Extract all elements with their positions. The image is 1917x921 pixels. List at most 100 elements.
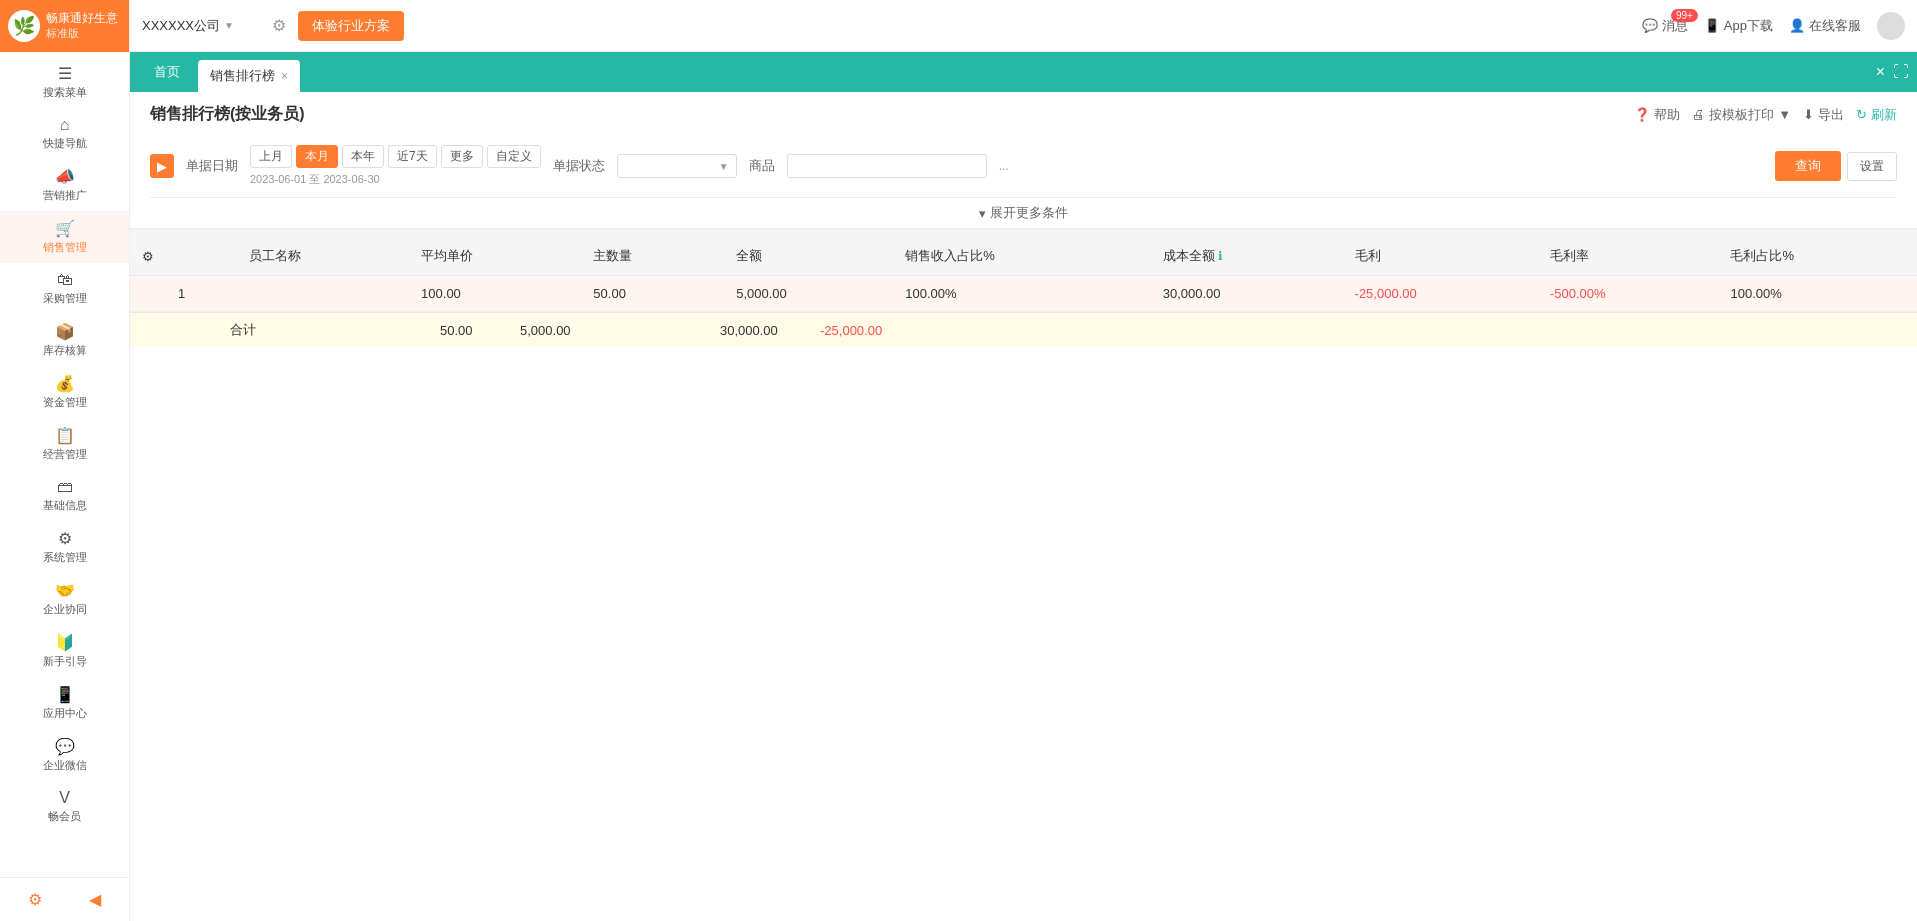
row-settings-cell <box>130 276 166 312</box>
page-actions: ❓ 帮助 🖨 按模板打印 ▼ ⬇ 导出 ↻ 刷新 <box>1634 106 1897 124</box>
sidebar-item-operation[interactable]: 📋 经营管理 <box>0 418 129 470</box>
message-btn[interactable]: 💬 消息 99+ <box>1642 17 1688 35</box>
company-name: XXXXXX公司 <box>142 17 220 35</box>
footer-label: 合计 <box>218 321 338 339</box>
window-close-icon[interactable]: × <box>1876 63 1885 81</box>
sidebar-item-enterprise-collab[interactable]: 🤝 企业协同 <box>0 573 129 625</box>
row-employee <box>237 276 409 312</box>
sidebar-settings-icon[interactable]: ⚙ <box>24 886 46 913</box>
sidebar-item-enterprise-wechat[interactable]: 💬 企业微信 <box>0 729 129 781</box>
filter-btn-7days[interactable]: 近7天 <box>388 145 437 168</box>
tab-sales-ranking[interactable]: 销售排行榜 × <box>198 60 300 92</box>
tab-home-label: 首页 <box>154 63 180 81</box>
sales-ranking-table: ⚙ 员工名称 平均单价 主数量 全额 销售收入占比% 成本全额 ℹ 毛利 毛利率… <box>130 237 1917 312</box>
footer-main-qty: 50.00 <box>428 323 508 338</box>
settings-small-button[interactable]: 设置 <box>1847 152 1897 181</box>
export-label: 导出 <box>1818 106 1844 124</box>
trial-button[interactable]: 体验行业方案 <box>298 11 404 41</box>
query-button[interactable]: 查询 <box>1775 151 1841 181</box>
new-guide-icon: 🔰 <box>55 633 75 652</box>
logo-subtitle: 标准版 <box>46 26 118 41</box>
operation-icon: 📋 <box>55 426 75 445</box>
help-label: 帮助 <box>1654 106 1680 124</box>
col-employee: 员工名称 <box>237 237 409 276</box>
purchase-mgmt-label: 采购管理 <box>43 291 87 306</box>
sales-mgmt-label: 销售管理 <box>43 240 87 255</box>
sidebar-item-sales-mgmt[interactable]: 🛒 销售管理 <box>0 211 129 263</box>
app-center-label: 应用中心 <box>43 706 87 721</box>
operation-label: 经营管理 <box>43 447 87 462</box>
sidebar-logo: 🌿 畅康通好生意 标准版 <box>0 0 129 52</box>
table-footer: 合计 50.00 5,000.00 30,000.00 -25,000.00 <box>130 312 1917 347</box>
status-select[interactable] <box>617 154 737 178</box>
expand-more-btn[interactable]: ▾ 展开更多条件 <box>150 197 1897 228</box>
member-label: 畅会员 <box>48 809 81 824</box>
table-container: ⚙ 员工名称 平均单价 主数量 全额 销售收入占比% 成本全额 ℹ 毛利 毛利率… <box>130 237 1917 921</box>
tabbar-right: × ⛶ <box>1876 63 1909 81</box>
date-range-display: 2023-06-01 至 2023-06-30 <box>250 172 541 187</box>
date-filter-label: 单据日期 <box>186 157 238 175</box>
enterprise-wechat-icon: 💬 <box>55 737 75 756</box>
online-service-label: 在线客服 <box>1809 17 1861 35</box>
filter-btn-more[interactable]: 更多 <box>441 145 483 168</box>
footer-gross-profit: -25,000.00 <box>808 323 894 338</box>
tab-close-icon[interactable]: × <box>281 69 288 83</box>
topbar-settings-icon[interactable]: ⚙ <box>272 16 286 35</box>
filter-btn-this-year[interactable]: 本年 <box>342 145 384 168</box>
window-expand-icon[interactable]: ⛶ <box>1893 63 1909 81</box>
filter-btn-this-month[interactable]: 本月 <box>296 145 338 168</box>
filter-btn-custom[interactable]: 自定义 <box>487 145 541 168</box>
sidebar-item-app-center[interactable]: 📱 应用中心 <box>0 677 129 729</box>
help-btn[interactable]: ❓ 帮助 <box>1634 106 1680 124</box>
filter-toggle-btn[interactable]: ▶ <box>150 154 174 178</box>
inventory-icon: 📦 <box>55 322 75 341</box>
goods-filter-input[interactable] <box>787 154 987 178</box>
sidebar-item-search-order[interactable]: ☰ 搜索菜单 <box>0 56 129 108</box>
col-settings[interactable]: ⚙ <box>130 237 166 276</box>
basic-info-icon: 🗃 <box>57 478 73 496</box>
sidebar-item-basic-info[interactable]: 🗃 基础信息 <box>0 470 129 521</box>
sidebar-item-member[interactable]: V 畅会员 <box>0 781 129 832</box>
logo-title: 畅康通好生意 <box>46 11 118 27</box>
goods-filter-more[interactable]: ... <box>999 159 1009 173</box>
col-gross-ratio: 毛利占比% <box>1718 237 1917 276</box>
topbar: XXXXXX公司 ▼ ⚙ 体验行业方案 💬 消息 99+ 📱 App下载 👤 在… <box>130 0 1917 52</box>
system-mgmt-icon: ⚙ <box>58 529 72 548</box>
sidebar-item-finance[interactable]: 💰 资金管理 <box>0 366 129 418</box>
print-template-btn[interactable]: 🖨 按模板打印 ▼ <box>1692 106 1791 124</box>
row-gross-ratio: 100.00% <box>1718 276 1917 312</box>
enterprise-collab-icon: 🤝 <box>55 581 75 600</box>
marketing-icon: 📣 <box>55 167 75 186</box>
col-sales-ratio: 销售收入占比% <box>893 237 1150 276</box>
row-gross-rate: -500.00% <box>1538 276 1719 312</box>
user-avatar[interactable] <box>1877 12 1905 40</box>
sidebar-item-purchase-mgmt[interactable]: 🛍 采购管理 <box>0 263 129 314</box>
row-rank: 1 <box>166 276 237 312</box>
online-service-btn[interactable]: 👤 在线客服 <box>1789 17 1861 35</box>
sidebar-nav: ☰ 搜索菜单⌂ 快捷导航📣 营销推广🛒 销售管理🛍 采购管理📦 库存核算💰 资金… <box>0 52 129 877</box>
company-selector[interactable]: XXXXXX公司 ▼ <box>142 17 262 35</box>
row-sales-ratio: 100.00% <box>893 276 1150 312</box>
date-filter-group: 上月 本月 本年 近7天 更多 自定义 2023-06-01 至 2023-06… <box>250 145 541 187</box>
sidebar-item-quick-nav[interactable]: ⌂ 快捷导航 <box>0 108 129 159</box>
filter-btn-last-month[interactable]: 上月 <box>250 145 292 168</box>
sidebar-item-marketing[interactable]: 📣 营销推广 <box>0 159 129 211</box>
col-avg-price: 平均单价 <box>409 237 581 276</box>
logo-icon: 🌿 <box>8 10 40 42</box>
inventory-label: 库存核算 <box>43 343 87 358</box>
export-icon: ⬇ <box>1803 107 1814 122</box>
app-download-label: App下载 <box>1724 17 1773 35</box>
sidebar-item-inventory[interactable]: 📦 库存核算 <box>0 314 129 366</box>
app-download-btn[interactable]: 📱 App下载 <box>1704 17 1773 35</box>
system-mgmt-label: 系统管理 <box>43 550 87 565</box>
tab-home[interactable]: 首页 <box>138 52 196 92</box>
sidebar-item-system-mgmt[interactable]: ⚙ 系统管理 <box>0 521 129 573</box>
col-cost-amount: 成本全额 ℹ <box>1151 237 1343 276</box>
sidebar-item-new-guide[interactable]: 🔰 新手引导 <box>0 625 129 677</box>
refresh-btn[interactable]: ↻ 刷新 <box>1856 106 1897 124</box>
sidebar-footer: ⚙ ◀ <box>0 877 129 921</box>
print-label: 按模板打印 <box>1709 106 1774 124</box>
table-header-row: ⚙ 员工名称 平均单价 主数量 全额 销售收入占比% 成本全额 ℹ 毛利 毛利率… <box>130 237 1917 276</box>
sidebar-collapse-icon[interactable]: ◀ <box>85 886 105 913</box>
export-btn[interactable]: ⬇ 导出 <box>1803 106 1844 124</box>
